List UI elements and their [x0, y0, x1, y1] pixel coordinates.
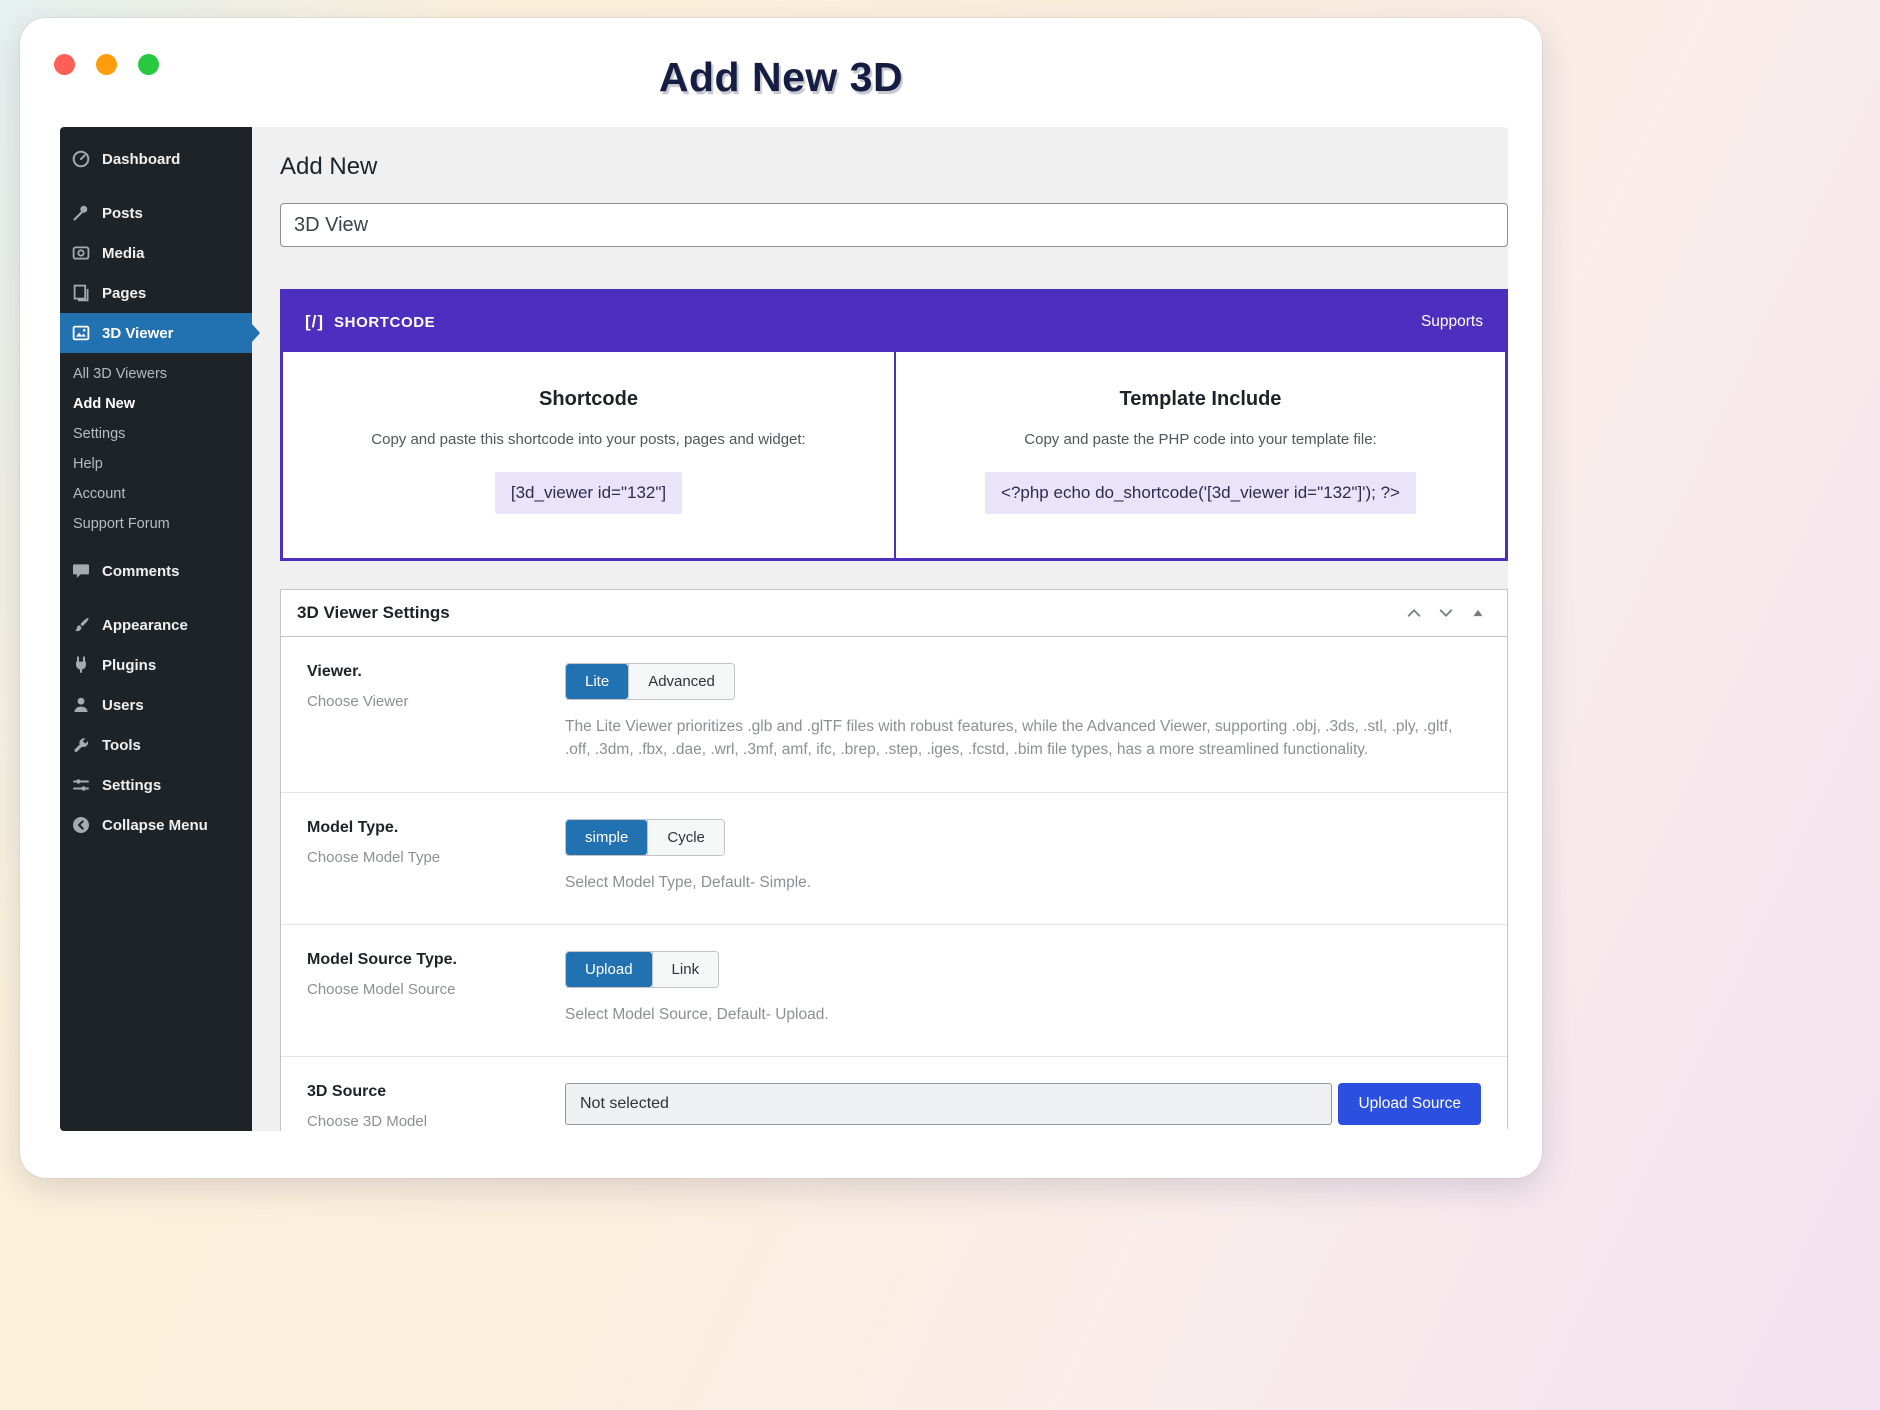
setting-description: Select Model Type, Default- Simple.	[565, 873, 812, 891]
submenu-item-account[interactable]: Account	[60, 479, 252, 509]
setting-row-viewer: Viewer. Choose Viewer Lite Advanced The …	[281, 637, 1507, 792]
setting-sublabel: Choose Model Source	[307, 980, 456, 998]
media-icon	[71, 243, 91, 263]
model-source-toggle: Upload Link	[565, 950, 720, 988]
shortcode-header-label: SHORTCODE	[334, 313, 436, 331]
sidebar-item-dashboard[interactable]: Dashboard	[60, 139, 252, 179]
sidebar-item-appearance[interactable]: Appearance	[60, 605, 252, 645]
submenu-item-add-new[interactable]: Add New	[60, 389, 252, 419]
submenu-item-settings[interactable]: Settings	[60, 419, 252, 449]
paintbrush-icon	[71, 615, 91, 635]
template-include-title: Template Include	[1119, 388, 1282, 410]
pushpin-icon	[71, 203, 91, 223]
sidebar-item-label: Posts	[102, 204, 143, 222]
viewer-settings-header: 3D Viewer Settings	[281, 590, 1507, 637]
sidebar-item-comments[interactable]: Comments	[60, 551, 252, 591]
sidebar-item-pages[interactable]: Pages	[60, 273, 252, 313]
collapse-caret-icon[interactable]	[1469, 604, 1487, 622]
viewer-option-advanced[interactable]: Advanced	[628, 664, 734, 699]
shortcode-title: Shortcode	[539, 388, 638, 410]
setting-label: Viewer.	[307, 663, 362, 680]
shortcode-panel: [/] SHORTCODE Supports Shortcode Copy an…	[280, 289, 1508, 561]
sidebar-item-settings[interactable]: Settings	[60, 765, 252, 805]
sidebar-item-label: Collapse Menu	[102, 816, 208, 834]
viewer-toggle: Lite Advanced	[565, 663, 735, 700]
setting-row-model-source-type: Model Source Type. Choose Model Source U…	[281, 923, 1507, 1056]
upload-source-button[interactable]: Upload Source	[1338, 1083, 1481, 1125]
setting-row-model-type: Model Type. Choose Model Type simple Cyc…	[281, 791, 1507, 924]
setting-sublabel: Choose 3D Model	[307, 1113, 428, 1130]
sidebar-item-label: Appearance	[102, 616, 188, 634]
template-include-snippet[interactable]: <?php echo do_shortcode('[3d_viewer id="…	[985, 472, 1416, 514]
template-include-description: Copy and paste the PHP code into your te…	[1024, 431, 1377, 448]
chevron-down-icon[interactable]	[1437, 604, 1455, 622]
sidebar-item-label: Pages	[102, 284, 147, 302]
shortcode-column: Shortcode Copy and paste this shortcode …	[283, 352, 894, 558]
sidebar-item-label: Plugins	[102, 656, 157, 674]
sidebar-item-collapse-menu[interactable]: Collapse Menu	[60, 805, 252, 845]
app-window: Add New 3D Dashboard Posts Media Pages 3…	[20, 18, 1542, 1178]
dashboard-icon	[71, 149, 91, 169]
model-source-option-link[interactable]: Link	[651, 951, 719, 987]
comment-bubble-icon	[71, 561, 91, 581]
submenu-item-support-forum[interactable]: Support Forum	[60, 509, 252, 539]
plug-icon	[71, 655, 91, 675]
viewer-option-lite[interactable]: Lite	[566, 664, 629, 699]
chevron-up-icon[interactable]	[1405, 604, 1423, 622]
model-type-toggle: simple Cycle	[565, 818, 725, 856]
sidebar-item-label: Dashboard	[102, 150, 181, 168]
sidebar-item-posts[interactable]: Posts	[60, 193, 252, 233]
add-new-heading: Add New	[280, 153, 378, 180]
model-type-option-simple[interactable]: simple	[566, 819, 648, 855]
sidebar-item-media[interactable]: Media	[60, 233, 252, 273]
model-source-option-upload[interactable]: Upload	[566, 951, 652, 987]
sidebar-item-label: Settings	[102, 776, 162, 794]
submenu-item-help[interactable]: Help	[60, 449, 252, 479]
collapse-arrow-icon	[71, 815, 91, 835]
setting-description: The Lite Viewer prioritizes .glb and .gl…	[565, 718, 1453, 759]
page-background: { "window": { "title": "Add New 3D" }, "…	[0, 0, 1880, 1410]
wrench-icon	[71, 735, 91, 755]
sidebar-item-label: Comments	[102, 562, 180, 580]
image-icon	[71, 323, 91, 343]
setting-label: Model Type.	[307, 818, 399, 836]
sliders-icon	[71, 775, 91, 795]
user-icon	[71, 695, 91, 715]
sidebar-item-3d-viewer[interactable]: 3D Viewer	[60, 313, 252, 353]
sidebar-item-label: Media	[102, 244, 145, 262]
sidebar-item-users[interactable]: Users	[60, 685, 252, 725]
supports-link[interactable]: Supports	[1421, 313, 1483, 331]
setting-label: 3D Source	[307, 1083, 387, 1100]
shortcode-description: Copy and paste this shortcode into your …	[371, 431, 806, 448]
source-file-field[interactable]: Not selected	[565, 1083, 1333, 1125]
setting-sublabel: Choose Viewer	[307, 693, 409, 710]
sidebar-item-label: Tools	[102, 736, 141, 754]
page-title: Add New 3D	[658, 54, 904, 100]
sidebar-item-label: Users	[102, 696, 144, 714]
viewer-settings-panel: 3D Viewer Settings Viewer. Choose Viewer…	[280, 589, 1508, 1131]
shortcode-panel-header: [/] SHORTCODE Supports	[283, 292, 1505, 352]
setting-sublabel: Choose Model Type	[307, 848, 441, 866]
sidebar-item-plugins[interactable]: Plugins	[60, 645, 252, 685]
sidebar-item-tools[interactable]: Tools	[60, 725, 252, 765]
model-type-option-cycle[interactable]: Cycle	[647, 819, 724, 855]
admin-sidebar: Dashboard Posts Media Pages 3D Viewer Al…	[60, 127, 252, 1131]
post-title-input[interactable]	[280, 203, 1508, 247]
setting-row-3d-source: 3D Source Choose 3D Model Not selected U…	[281, 1056, 1507, 1131]
submenu-item-all-3d-viewers[interactable]: All 3D Viewers	[60, 359, 252, 389]
viewer-settings-title: 3D Viewer Settings	[297, 603, 450, 622]
pages-icon	[71, 283, 91, 303]
admin-content: Add New [/] SHORTCODE Supports Shortcode	[252, 127, 1508, 1131]
template-include-column: Template Include Copy and paste the PHP …	[894, 352, 1505, 558]
shortcode-icon: [/]	[305, 312, 325, 331]
admin-screen: Dashboard Posts Media Pages 3D Viewer Al…	[60, 127, 1508, 1131]
3d-viewer-submenu: All 3D Viewers Add New Settings Help Acc…	[60, 353, 252, 551]
sidebar-item-label: 3D Viewer	[102, 324, 174, 342]
setting-label: Model Source Type.	[307, 950, 457, 968]
shortcode-snippet[interactable]: [3d_viewer id="132"]	[494, 472, 683, 514]
setting-description: Select Model Source, Default- Upload.	[565, 1005, 829, 1023]
